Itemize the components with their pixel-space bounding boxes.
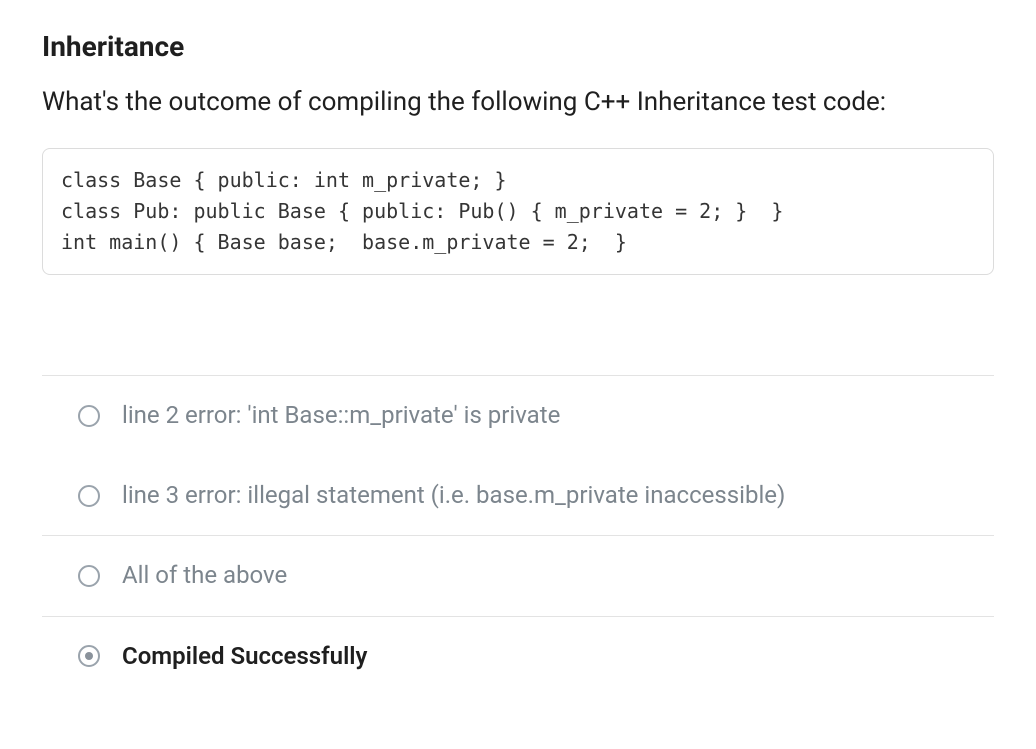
question-prompt: What's the outcome of compiling the foll… xyxy=(42,85,994,120)
radio-icon[interactable] xyxy=(78,405,100,427)
section-title: Inheritance xyxy=(42,30,994,63)
radio-icon[interactable] xyxy=(78,485,100,507)
radio-option[interactable]: line 3 error: illegal statement (i.e. ba… xyxy=(42,456,994,535)
option-label: All of the above xyxy=(122,560,287,591)
code-block: class Base { public: int m_private; } cl… xyxy=(42,148,994,275)
option-label: Compiled Successfully xyxy=(122,641,367,672)
radio-option[interactable]: Compiled Successfully xyxy=(42,617,994,696)
option-label: line 2 error: 'int Base::m_private' is p… xyxy=(122,400,560,431)
option-list: line 2 error: 'int Base::m_private' is p… xyxy=(42,375,994,696)
radio-icon[interactable] xyxy=(78,645,100,667)
radio-option[interactable]: All of the above xyxy=(42,536,994,615)
radio-option[interactable]: line 2 error: 'int Base::m_private' is p… xyxy=(42,376,994,455)
radio-icon[interactable] xyxy=(78,565,100,587)
option-label: line 3 error: illegal statement (i.e. ba… xyxy=(122,480,785,511)
page-root: Inheritance What's the outcome of compil… xyxy=(0,0,1036,749)
